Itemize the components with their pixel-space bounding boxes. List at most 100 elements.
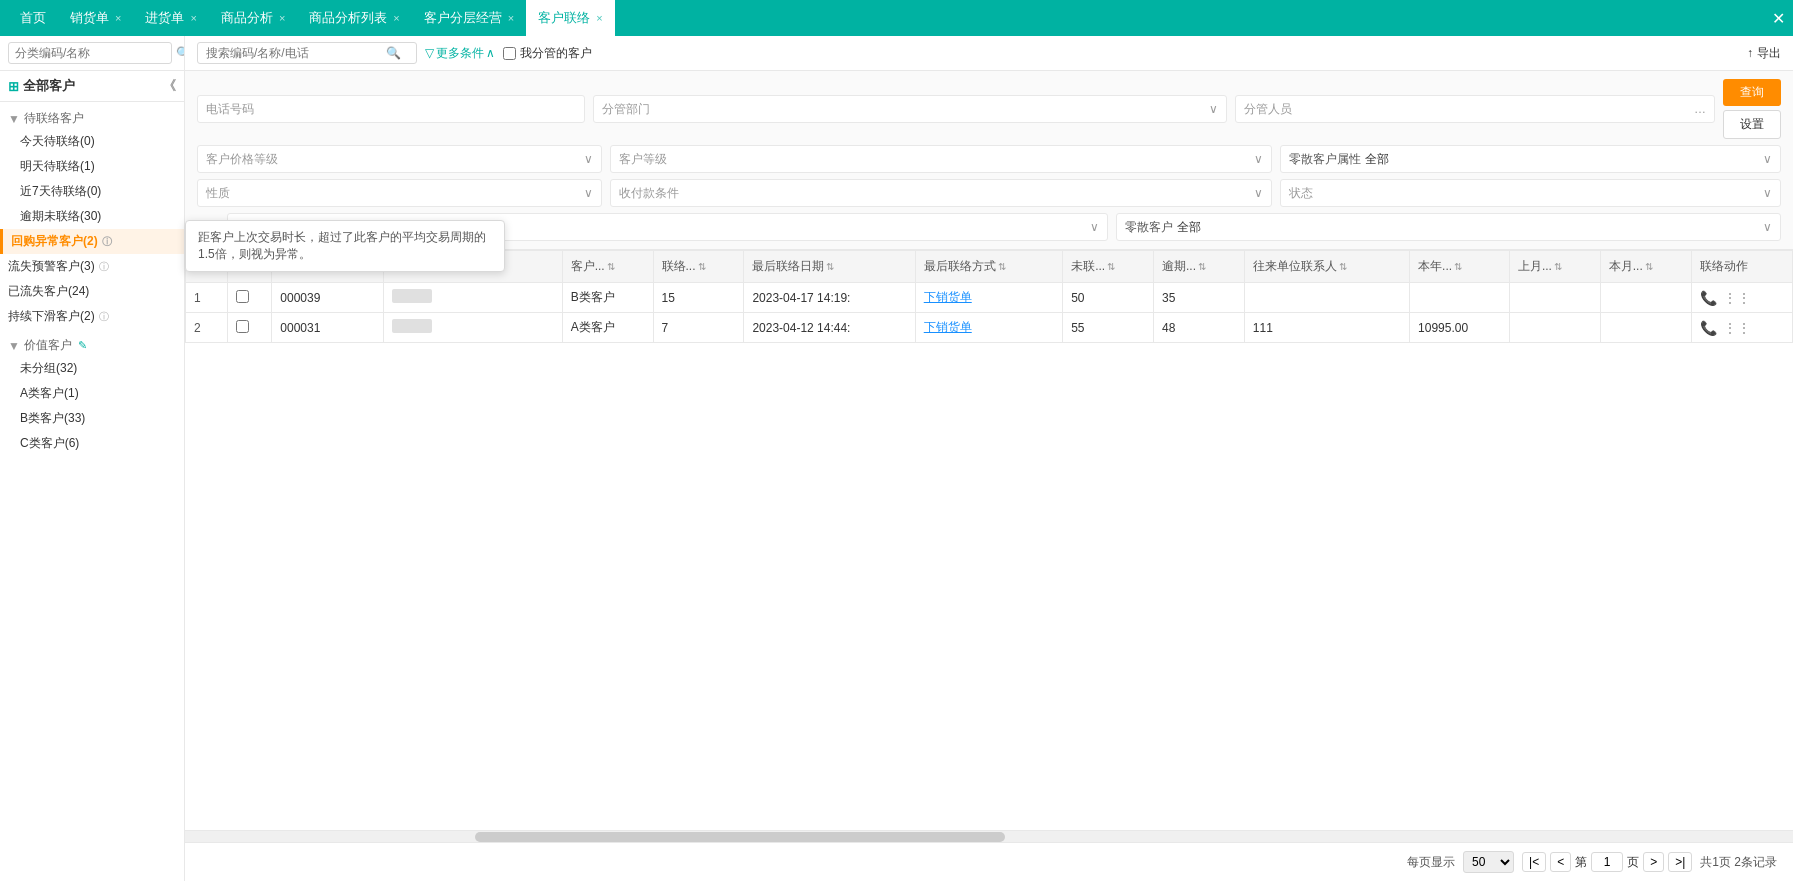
col-overdue[interactable]: 逾期...⇅ (1153, 251, 1244, 283)
contact-method-link[interactable]: 下销货单 (924, 320, 972, 334)
payment-dropdown-icon[interactable]: ∨ (1254, 186, 1263, 200)
branch-dept-field[interactable]: 分管部门 ∨ (593, 95, 1227, 123)
query-button[interactable]: 查询 (1723, 79, 1781, 106)
sort-uncontacted-icon[interactable]: ⇅ (1107, 261, 1115, 272)
close-product-analysis-icon[interactable]: × (279, 12, 285, 24)
settings-button[interactable]: 设置 (1723, 110, 1781, 139)
col-uncontacted[interactable]: 未联...⇅ (1063, 251, 1154, 283)
col-last-contact-date[interactable]: 最后联络日期⇅ (744, 251, 915, 283)
sort-date-icon[interactable]: ⇅ (826, 261, 834, 272)
sidebar-item-today[interactable]: 今天待联络(0) (0, 129, 184, 154)
filter-bar: 🔍 ▽ 更多条件 ∧ 我分管的客户 ↑ 导出 (185, 36, 1793, 71)
row-last-contact-method[interactable]: 下销货单 (915, 313, 1062, 343)
search-input[interactable] (206, 46, 386, 60)
phone-input[interactable] (258, 102, 576, 116)
next-page-button[interactable]: > (1643, 852, 1664, 872)
sort-method-icon[interactable]: ⇅ (998, 261, 1006, 272)
price-level-field[interactable]: 客户价格等级 ∨ (197, 145, 602, 173)
tab-product-analysis-list[interactable]: 商品分析列表 × (297, 0, 411, 36)
sidebar-collapse-icon[interactable]: 《 (163, 77, 176, 95)
page-number-input[interactable] (1591, 852, 1623, 872)
row-select-checkbox[interactable] (236, 320, 249, 333)
horizontal-scrollbar[interactable] (185, 830, 1793, 842)
scrollbar-thumb[interactable] (475, 832, 1005, 842)
row-select-checkbox[interactable] (236, 290, 249, 303)
more-action-icon[interactable]: ⋮⋮ (1723, 320, 1751, 336)
search-icon[interactable]: 🔍 (386, 46, 401, 60)
close-all-tabs-icon[interactable]: ✕ (1772, 9, 1785, 28)
row-checkbox (227, 283, 272, 313)
first-page-button[interactable]: |< (1522, 852, 1546, 872)
sort-type-icon[interactable]: ⇅ (607, 261, 615, 272)
col-last-contact-method[interactable]: 最后联络方式⇅ (915, 251, 1062, 283)
sort-person-icon[interactable]: ⇅ (1339, 261, 1347, 272)
contact-method-link[interactable]: 下销货单 (924, 290, 972, 304)
call-action-icon[interactable]: 📞 (1700, 290, 1717, 306)
tab-product-analysis[interactable]: 商品分析 × (209, 0, 297, 36)
sort-overdue-icon[interactable]: ⇅ (1198, 261, 1206, 272)
branch-dept-dropdown-icon[interactable]: ∨ (1209, 102, 1218, 116)
sidebar-search-input[interactable] (8, 42, 172, 64)
sort-last-month-icon[interactable]: ⇅ (1554, 261, 1562, 272)
retail-attr-dropdown-icon[interactable]: ∨ (1763, 152, 1772, 166)
pending-contact-group[interactable]: ▼ 待联络客户 (0, 106, 184, 129)
sort-year-icon[interactable]: ⇅ (1454, 261, 1462, 272)
gender-dropdown-icon[interactable]: ∨ (584, 186, 593, 200)
tab-sales-order[interactable]: 销货单 × (58, 0, 133, 36)
customer-type-dropdown-icon[interactable]: ∨ (1090, 220, 1099, 234)
gender-field[interactable]: 性质 ∨ (197, 179, 602, 207)
export-button[interactable]: ↑ 导出 (1747, 45, 1781, 62)
sidebar-search-icon[interactable]: 🔍 (176, 46, 185, 60)
sidebar-item-already-lost[interactable]: 已流失客户(24) (0, 279, 184, 304)
page-size-select[interactable]: 50 20 100 (1463, 851, 1514, 873)
tab-home[interactable]: 首页 (8, 0, 58, 36)
close-sales-order-icon[interactable]: × (115, 12, 121, 24)
col-customer-type[interactable]: 客户...⇅ (562, 251, 653, 283)
close-purchase-order-icon[interactable]: × (190, 12, 196, 24)
last-page-button[interactable]: >| (1668, 852, 1692, 872)
more-conditions-button[interactable]: ▽ 更多条件 ∧ (425, 45, 495, 62)
row-actions: 📞 ⋮⋮ (1691, 313, 1792, 343)
more-action-icon[interactable]: ⋮⋮ (1723, 290, 1751, 306)
sidebar-item-overdue[interactable]: 逾期未联络(30) (0, 204, 184, 229)
retail-customer-field[interactable]: 零散客户 全部 ∨ (1116, 213, 1781, 241)
edit-value-icon[interactable]: ✎ (78, 339, 87, 352)
sidebar-item-7days[interactable]: 近7天待联络(0) (0, 179, 184, 204)
main-layout: 🔍 ⊞ 全部客户 《 ▼ 待联络客户 今天待联络(0) 明天待联络(1) 近7天… (0, 36, 1793, 881)
close-customer-tier-icon[interactable]: × (508, 12, 514, 24)
row-last-contact-method[interactable]: 下销货单 (915, 283, 1062, 313)
prev-page-button[interactable]: < (1550, 852, 1571, 872)
tab-customer-contact[interactable]: 客户联络 × (526, 0, 614, 36)
status-dropdown-icon[interactable]: ∨ (1763, 186, 1772, 200)
col-this-month[interactable]: 本月...⇅ (1600, 251, 1691, 283)
payment-field[interactable]: 收付款条件 ∨ (610, 179, 1272, 207)
sidebar-item-c-class[interactable]: C类客户(6) (0, 431, 184, 456)
price-level-dropdown-icon[interactable]: ∨ (584, 152, 593, 166)
branch-person-more-icon[interactable]: … (1694, 102, 1706, 116)
retail-attr-field[interactable]: 零散客户属性 全部 ∨ (1280, 145, 1781, 173)
tab-purchase-order[interactable]: 进货单 × (133, 0, 208, 36)
retail-customer-dropdown-icon[interactable]: ∨ (1763, 220, 1772, 234)
sort-this-month-icon[interactable]: ⇅ (1645, 261, 1653, 272)
sort-contact-icon[interactable]: ⇅ (698, 261, 706, 272)
col-contact-count[interactable]: 联络...⇅ (653, 251, 744, 283)
sidebar-item-lost-predict[interactable]: 流失预警客户(3) ⓘ (0, 254, 184, 279)
sidebar-item-unclassified[interactable]: 未分组(32) (0, 356, 184, 381)
sidebar-item-repurchase-abnormal[interactable]: 回购异常客户(2) ⓘ (0, 229, 184, 254)
call-action-icon[interactable]: 📞 (1700, 320, 1717, 336)
col-contact-person[interactable]: 往来单位联系人⇅ (1244, 251, 1409, 283)
close-customer-contact-icon[interactable]: × (596, 12, 602, 24)
customer-level-field[interactable]: 客户等级 ∨ (610, 145, 1272, 173)
my-customers-checkbox[interactable] (503, 47, 516, 60)
tab-customer-tier[interactable]: 客户分层经营 × (412, 0, 526, 36)
value-customers-group[interactable]: ▼ 价值客户 ✎ (0, 333, 184, 356)
customer-level-dropdown-icon[interactable]: ∨ (1254, 152, 1263, 166)
status-field[interactable]: 状态 ∨ (1280, 179, 1781, 207)
sidebar-item-tomorrow[interactable]: 明天待联络(1) (0, 154, 184, 179)
sidebar-item-declining[interactable]: 持续下滑客户(2) ⓘ (0, 304, 184, 329)
col-last-month[interactable]: 上月...⇅ (1509, 251, 1600, 283)
sidebar-item-a-class[interactable]: A类客户(1) (0, 381, 184, 406)
col-this-year[interactable]: 本年...⇅ (1410, 251, 1510, 283)
sidebar-item-b-class[interactable]: B类客户(33) (0, 406, 184, 431)
close-product-analysis-list-icon[interactable]: × (393, 12, 399, 24)
